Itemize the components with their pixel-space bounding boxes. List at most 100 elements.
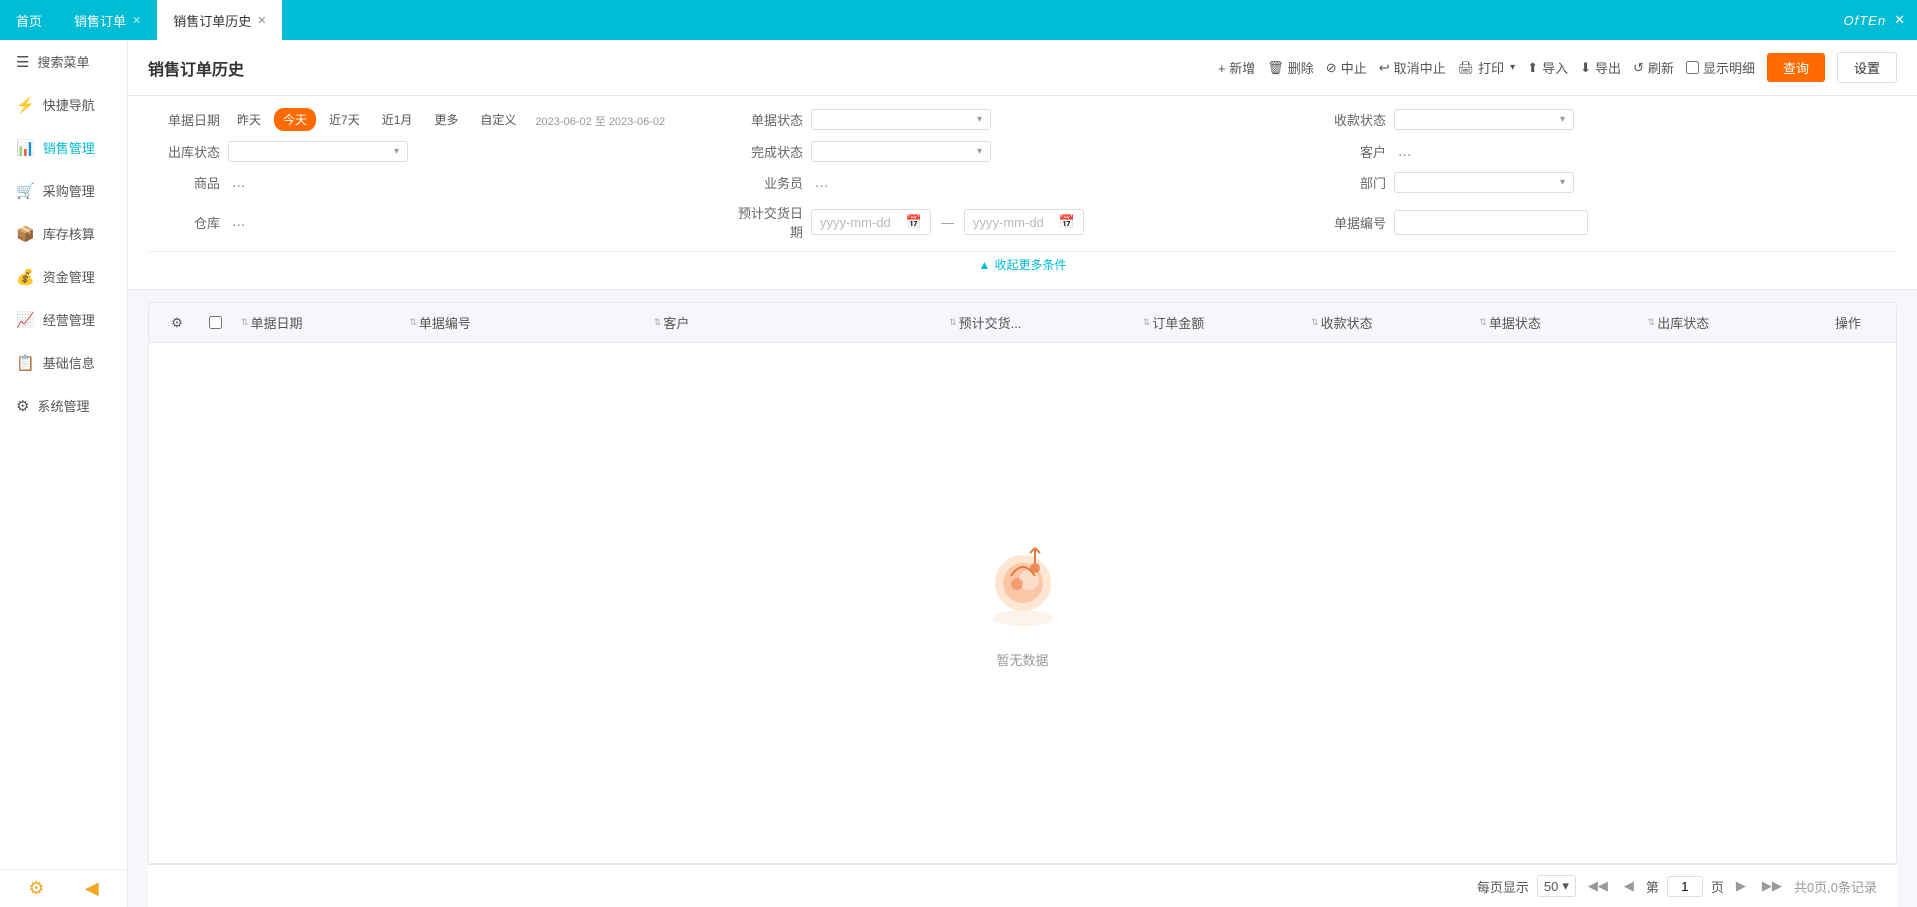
per-page-select[interactable]: 50 ▾ [1537, 875, 1576, 897]
stock-out-select[interactable]: ▾ [228, 141, 408, 162]
sidebar-items-container: ☰搜索菜单⚡快捷导航📊销售管理🛒采购管理 📦 库存核算 💰资金管理📈经营管理 📋 基础信息… [0, 40, 127, 427]
sidebar-collapse-btn[interactable]: ◀ [85, 878, 99, 899]
tab-sales-order[interactable]: 销售订单✕ [58, 0, 157, 40]
th-status: ⇅ 单据状态 [1471, 313, 1639, 332]
tab-close-icon[interactable]: ✕ [257, 14, 266, 27]
collapse-button[interactable]: ▲ 收起更多条件 [148, 251, 1897, 277]
filter-row-4: 仓库 ... 预计交货日期 yyyy-mm-dd 📅 — yyyy-mm-dd … [148, 203, 1897, 241]
per-page-value: 50 [1544, 879, 1558, 894]
per-page-chevron: ▾ [1562, 878, 1569, 894]
tab-sales-order-history[interactable]: 销售订单历史✕ [157, 0, 282, 40]
stop-button[interactable]: ⊘ 中止 [1326, 58, 1367, 77]
th-code: ⇅ 单据编号 [401, 313, 645, 332]
delete-button[interactable]: 🗑 删除 [1267, 58, 1314, 77]
sidebar-item-capital-mgmt[interactable]: 💰资金管理 [0, 255, 127, 298]
sidebar-item-search-menu[interactable]: ☰搜索菜单 [0, 40, 127, 83]
tab-close-icon[interactable]: ✕ [132, 14, 141, 27]
date-quick-btn-自定义[interactable]: 自定义 [471, 108, 525, 131]
goods-dots[interactable]: ... [228, 174, 249, 192]
last-page-btn[interactable]: ▶▶ [1758, 876, 1786, 896]
dept-chevron: ▾ [1560, 177, 1565, 188]
show-detail-input[interactable] [1686, 61, 1699, 74]
sidebar-item-sys-mgmt[interactable]: ⚙系统管理 [0, 384, 127, 427]
table-area: ⚙ ⇅ 单据日期 ⇅ 单据编号 ⇅ 客户 [128, 290, 1917, 907]
sort-icon-customer[interactable]: ⇅ [654, 317, 662, 328]
expected-date-start-text: yyyy-mm-dd [820, 215, 891, 230]
sidebar-label-basic-info: 基础信息 [43, 353, 95, 372]
date-quick-btns: 昨天今天近7天近1月更多自定义 [228, 108, 525, 131]
new-button[interactable]: + 新增 [1218, 58, 1255, 77]
expected-date-start[interactable]: yyyy-mm-dd 📅 [811, 209, 931, 235]
sort-icon-status[interactable]: ⇅ [1479, 317, 1487, 328]
sidebar-settings-btn[interactable]: ⚙ [28, 878, 44, 899]
expected-date-label: 预计交货日期 [731, 203, 811, 241]
sidebar-item-ops-mgmt[interactable]: 📈经营管理 [0, 298, 127, 341]
date-quick-btn-昨天[interactable]: 昨天 [228, 108, 270, 131]
th-customer-label: 客户 [663, 313, 689, 332]
customer-dots[interactable]: ... [1394, 143, 1415, 161]
warehouse-dots[interactable]: ... [228, 213, 249, 231]
complete-status-label: 完成状态 [731, 142, 811, 161]
receipt-status-select[interactable]: ▾ [1394, 109, 1574, 130]
top-bar-right: OfTEn ✕ [1844, 12, 1917, 28]
expected-date-control: yyyy-mm-dd 📅 — yyyy-mm-dd 📅 [811, 209, 1314, 235]
sidebar-icon-inventory-check: 📦 [16, 225, 35, 243]
page-input[interactable] [1667, 876, 1703, 897]
sidebar-item-sales-mgmt[interactable]: 📊销售管理 [0, 126, 127, 169]
cancel-stop-button[interactable]: ↩ 取消中止 [1379, 58, 1446, 77]
settings-button[interactable]: 设置 [1837, 52, 1897, 83]
complete-status-select[interactable]: ▾ [811, 141, 991, 162]
calendar-icon-end[interactable]: 📅 [1059, 214, 1075, 230]
date-quick-btn-更多[interactable]: 更多 [425, 108, 467, 131]
date-quick-btn-近1月[interactable]: 近1月 [373, 108, 422, 131]
sidebar-item-purchase-mgmt[interactable]: 🛒采购管理 [0, 169, 127, 212]
prev-page-btn[interactable]: ◀ [1620, 876, 1638, 896]
sidebar-item-inventory-check[interactable]: 📦 库存核算 [0, 212, 127, 255]
th-action-label: 操作 [1835, 313, 1861, 332]
sort-icon-delivery[interactable]: ⇅ [949, 317, 957, 328]
date-quick-btn-今天[interactable]: 今天 [274, 108, 316, 131]
refresh-button[interactable]: ↺ 刷新 [1633, 58, 1674, 77]
sort-icon-date[interactable]: ⇅ [241, 317, 249, 328]
page-label-before: 第 [1646, 877, 1659, 896]
settings-icon[interactable]: ⚙ [171, 315, 183, 331]
complete-status-control: ▾ [811, 141, 1314, 162]
dept-select[interactable]: ▾ [1394, 172, 1574, 193]
sidebar-icon-sales-mgmt: 📊 [16, 139, 35, 157]
select-all-checkbox[interactable] [209, 316, 222, 329]
sidebar-item-basic-info[interactable]: 📋 基础信息 [0, 341, 127, 384]
sort-icon-stock[interactable]: ⇅ [1648, 317, 1656, 328]
stop-icon: ⊘ [1326, 60, 1337, 76]
tab-label: 首页 [16, 11, 42, 30]
next-page-btn[interactable]: ▶ [1732, 876, 1750, 896]
sort-icon-amount[interactable]: ⇅ [1143, 317, 1151, 328]
import-button[interactable]: ⬆ 导入 [1527, 58, 1568, 77]
tab-list: 首页销售订单✕销售订单历史✕ [0, 0, 1844, 40]
query-button[interactable]: 查询 [1767, 53, 1825, 82]
order-status-control: ▾ [811, 109, 1314, 130]
salesman-dots[interactable]: ... [811, 174, 832, 192]
expected-date-end[interactable]: yyyy-mm-dd 📅 [964, 209, 1084, 235]
date-quick-btn-近7天[interactable]: 近7天 [320, 108, 369, 131]
sidebar-item-quick-nav[interactable]: ⚡快捷导航 [0, 83, 127, 126]
first-page-btn[interactable]: ◀◀ [1584, 876, 1612, 896]
total-text: 共0页,0条记录 [1794, 877, 1877, 896]
top-close-icon[interactable]: ✕ [1894, 12, 1905, 28]
th-customer: ⇅ 客户 [646, 313, 941, 332]
sort-icon-code[interactable]: ⇅ [409, 317, 417, 328]
calendar-icon-start[interactable]: 📅 [906, 214, 922, 230]
sidebar-icon-basic-info: 📋 [16, 354, 35, 372]
sidebar: ☰搜索菜单⚡快捷导航📊销售管理🛒采购管理 📦 库存核算 💰资金管理📈经营管理 📋 基础信息… [0, 40, 128, 907]
show-detail-checkbox[interactable]: 显示明细 [1686, 58, 1755, 77]
print-label: 打印 [1478, 58, 1504, 77]
tab-home[interactable]: 首页 [0, 0, 58, 40]
order-no-input[interactable] [1394, 210, 1588, 235]
import-label: 导入 [1542, 58, 1568, 77]
sidebar-label-inventory-check: 库存核算 [43, 224, 95, 243]
export-button[interactable]: ⬇ 导出 [1580, 58, 1621, 77]
receipt-status-chevron: ▾ [1560, 114, 1565, 125]
sort-icon-receipt[interactable]: ⇅ [1311, 317, 1319, 328]
print-button[interactable]: 🖨 打印 [1458, 58, 1516, 77]
th-settings[interactable]: ⚙ [157, 315, 197, 331]
order-status-select[interactable]: ▾ [811, 109, 991, 130]
